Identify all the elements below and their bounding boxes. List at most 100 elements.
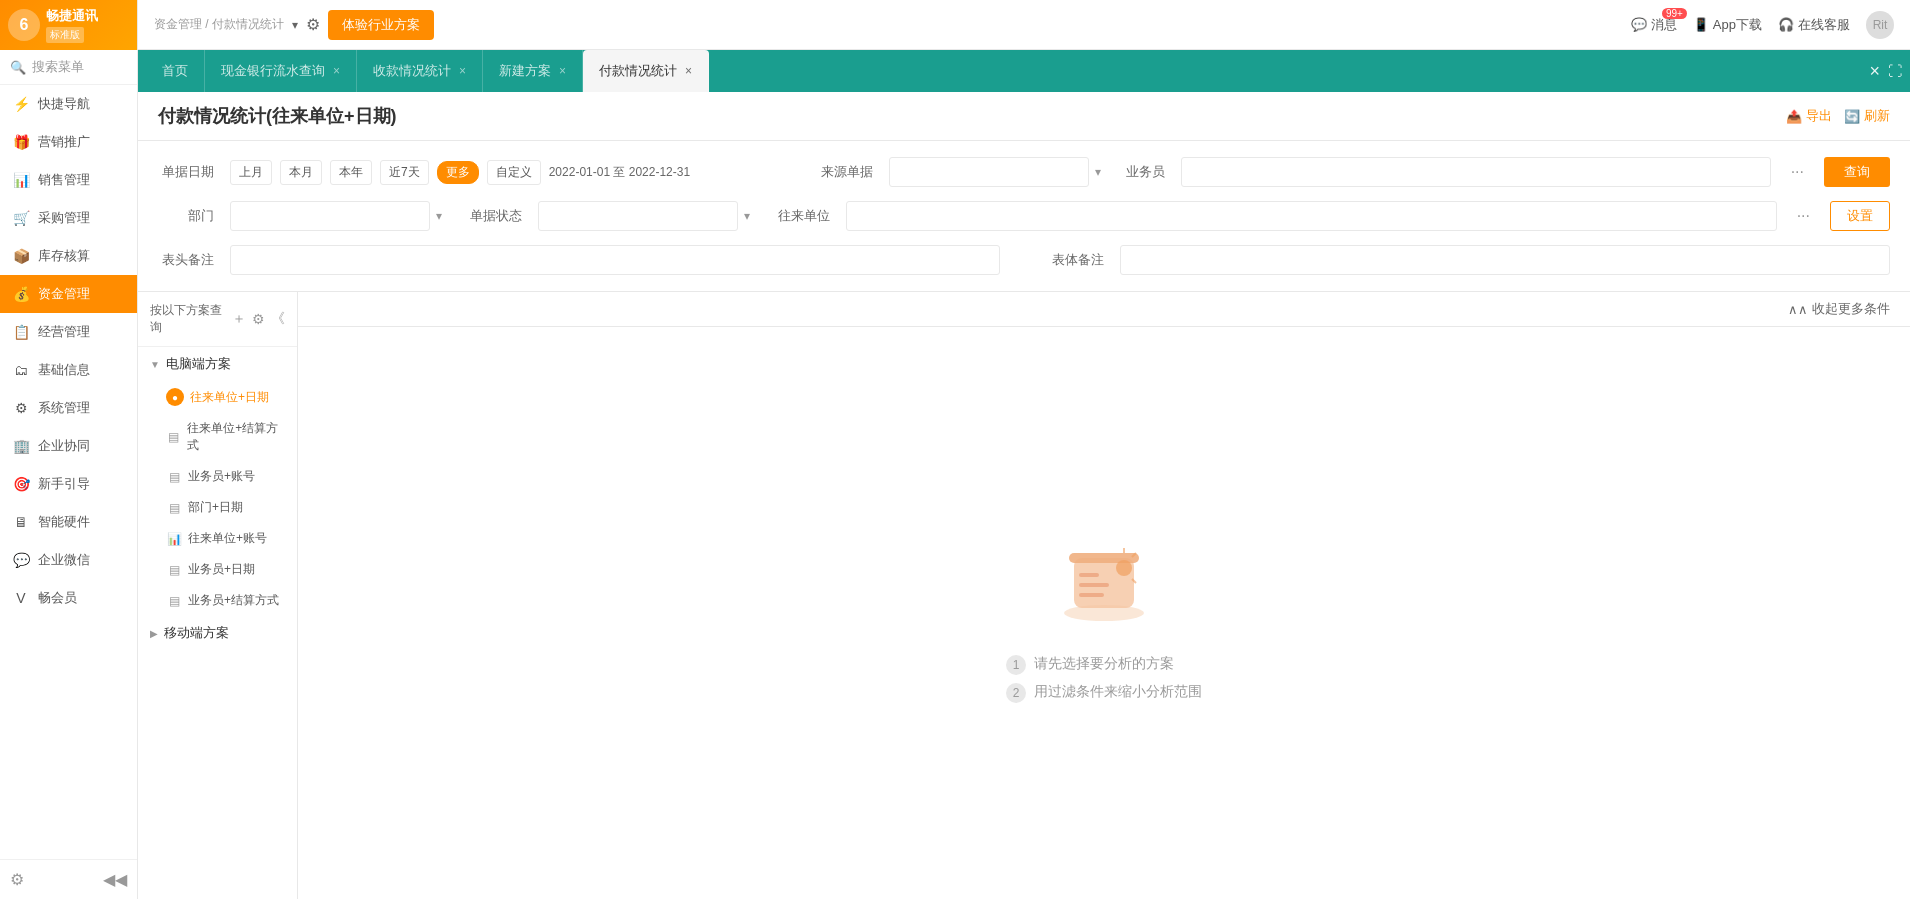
date-btn-custom[interactable]: 自定义 (487, 160, 541, 185)
scheme-table-icon2: ▤ (166, 469, 182, 485)
date-range-text: 2022-01-01 至 2022-12-31 (549, 164, 690, 181)
purchase-icon: 🛒 (12, 209, 30, 227)
filter-row-1: 单据日期 上月 本月 本年 近7天 更多 自定义 2022-01-01 至 20… (158, 157, 1890, 187)
tab-bank-flow-close[interactable]: × (333, 64, 340, 78)
date-btn-last-month[interactable]: 上月 (230, 160, 272, 185)
sidebar-item-system[interactable]: ⚙ 系统管理 (0, 389, 137, 427)
messages-action[interactable]: 💬 消息 99+ (1631, 16, 1677, 34)
date-btn-this-year[interactable]: 本年 (330, 160, 372, 185)
sidebar-item-label: 智能硬件 (38, 513, 90, 531)
settings-btn[interactable]: 设置 (1830, 201, 1890, 231)
doc-status-select[interactable] (538, 201, 738, 231)
scheme-item-salesman-date[interactable]: ▤ 业务员+日期 (138, 554, 297, 585)
sidebar-item-member[interactable]: V 畅会员 (0, 579, 137, 617)
scheme-item-counterparty-settlement[interactable]: ▤ 往来单位+结算方式 (138, 413, 297, 461)
sidebar-item-label: 系统管理 (38, 399, 90, 417)
scheme-panel-title: 按以下方案查询 (150, 302, 232, 336)
table-head-note-input[interactable] (230, 245, 1000, 275)
trial-btn[interactable]: 体验行业方案 (328, 10, 434, 40)
settings-footer-icon[interactable]: ⚙ (10, 870, 24, 889)
table-body-note-input[interactable] (1120, 245, 1890, 275)
finance-icon: 💰 (12, 285, 30, 303)
scheme-item-salesman-account[interactable]: ▤ 业务员+账号 (138, 461, 297, 492)
collapse-scheme-icon[interactable]: 《 (271, 310, 285, 328)
counterparty-label: 往来单位 (774, 207, 830, 225)
tab-home[interactable]: 首页 (146, 50, 205, 92)
sidebar-item-inventory[interactable]: 📦 库存核算 (0, 237, 137, 275)
scheme-chart-icon: 📊 (166, 531, 182, 547)
sidebar-item-hardware[interactable]: 🖥 智能硬件 (0, 503, 137, 541)
settings-gear-icon[interactable]: ⚙ (306, 15, 320, 34)
close-all-tabs-icon[interactable]: × (1869, 61, 1880, 82)
online-service-action[interactable]: 🎧 在线客服 (1778, 16, 1850, 34)
tab-bank-flow[interactable]: 现金银行流水查询 × (205, 50, 357, 92)
empty-tip-1: 1 请先选择要分析的方案 (1006, 655, 1202, 675)
sidebar-item-quick-nav[interactable]: ⚡ 快捷导航 (0, 85, 137, 123)
tip-text-1: 请先选择要分析的方案 (1034, 655, 1174, 673)
salesman-ellipsis[interactable]: ··· (1787, 163, 1808, 181)
collapse-conditions-btn[interactable]: ∧∧ 收起更多条件 (1788, 300, 1890, 318)
sidebar-item-basic[interactable]: 🗂 基础信息 (0, 351, 137, 389)
sidebar-item-enterprise[interactable]: 🏢 企业协同 (0, 427, 137, 465)
expand-icon[interactable]: ⛶ (1888, 63, 1902, 79)
sidebar-item-guide[interactable]: 🎯 新手引导 (0, 465, 137, 503)
sidebar-item-purchase[interactable]: 🛒 采购管理 (0, 199, 137, 237)
query-btn[interactable]: 查询 (1824, 157, 1890, 187)
tab-receipt-stat[interactable]: 收款情况统计 × (357, 50, 483, 92)
settings-scheme-icon[interactable]: ⚙ (252, 311, 265, 327)
tab-payment-stat-close[interactable]: × (685, 64, 692, 78)
export-btn[interactable]: 📤 导出 (1786, 107, 1832, 125)
sidebar-item-marketing[interactable]: 🎁 营销推广 (0, 123, 137, 161)
mobile-group-arrow: ▶ (150, 628, 158, 639)
refresh-btn[interactable]: 🔄 刷新 (1844, 107, 1890, 125)
scheme-panel: 按以下方案查询 ＋ ⚙ 《 ▼ 电脑端方案 ● 往来单位+日期 ▤ (138, 292, 298, 899)
source-select[interactable] (889, 157, 1089, 187)
scheme-item-label: 往来单位+结算方式 (187, 420, 285, 454)
source-select-wrapper (889, 157, 1109, 187)
user-avatar[interactable]: Rit (1866, 11, 1894, 39)
tab-new-scheme[interactable]: 新建方案 × (483, 50, 583, 92)
scheme-item-salesman-settlement[interactable]: ▤ 业务员+结算方式 (138, 585, 297, 616)
scheme-item-label: 业务员+账号 (188, 468, 255, 485)
date-btn-this-month[interactable]: 本月 (280, 160, 322, 185)
sidebar-search[interactable]: 🔍 搜索菜单 (0, 50, 137, 85)
tab-receipt-stat-close[interactable]: × (459, 64, 466, 78)
scheme-item-dept-date[interactable]: ▤ 部门+日期 (138, 492, 297, 523)
operation-icon: 📋 (12, 323, 30, 341)
tab-payment-stat-label: 付款情况统计 (599, 62, 677, 80)
tip-num-1: 1 (1006, 655, 1026, 675)
dept-select[interactable] (230, 201, 430, 231)
collapse-sidebar-icon[interactable]: ◀◀ (103, 870, 127, 889)
app-download-label: App下载 (1713, 16, 1762, 34)
sidebar-item-sales[interactable]: 📊 销售管理 (0, 161, 137, 199)
empty-state-icon (1044, 523, 1164, 643)
salesman-input[interactable] (1181, 157, 1770, 187)
tab-payment-stat[interactable]: 付款情况统计 × (583, 50, 709, 92)
app-download-action[interactable]: 📱 App下载 (1693, 16, 1762, 34)
sidebar-item-finance[interactable]: 💰 资金管理 (0, 275, 137, 313)
date-btn-7days[interactable]: 近7天 (380, 160, 429, 185)
collapse-btn-label: 收起更多条件 (1812, 300, 1890, 318)
filter-date-content: 上月 本月 本年 近7天 更多 自定义 2022-01-01 至 2022-12… (230, 160, 801, 185)
counterparty-ellipsis[interactable]: ··· (1793, 207, 1814, 225)
filter-row-3: 表头备注 表体备注 (158, 245, 1890, 275)
scheme-item-counterparty-account[interactable]: 📊 往来单位+账号 (138, 523, 297, 554)
counterparty-input[interactable] (846, 201, 1777, 231)
scheme-table-icon: ▤ (166, 429, 181, 445)
pc-group-arrow: ▼ (150, 359, 160, 370)
add-scheme-icon[interactable]: ＋ (232, 310, 246, 328)
tab-receipt-stat-label: 收款情况统计 (373, 62, 451, 80)
tab-bar: 首页 现金银行流水查询 × 收款情况统计 × 新建方案 × 付款情况统计 × ×… (138, 50, 1910, 92)
svg-rect-4 (1079, 583, 1109, 587)
sidebar-item-operation[interactable]: 📋 经营管理 (0, 313, 137, 351)
guide-icon: 🎯 (12, 475, 30, 493)
refresh-icon: 🔄 (1844, 109, 1860, 124)
sidebar-item-wechat[interactable]: 💬 企业微信 (0, 541, 137, 579)
tab-new-scheme-close[interactable]: × (559, 64, 566, 78)
header-dropdown-icon[interactable]: ▾ (292, 18, 298, 32)
scheme-group-mobile-header[interactable]: ▶ 移动端方案 (138, 616, 297, 650)
scheme-group-pc-header[interactable]: ▼ 电脑端方案 (138, 347, 297, 381)
dept-select-wrapper (230, 201, 450, 231)
scheme-item-counterparty-date[interactable]: ● 往来单位+日期 (138, 381, 297, 413)
date-btn-more[interactable]: 更多 (437, 161, 479, 184)
